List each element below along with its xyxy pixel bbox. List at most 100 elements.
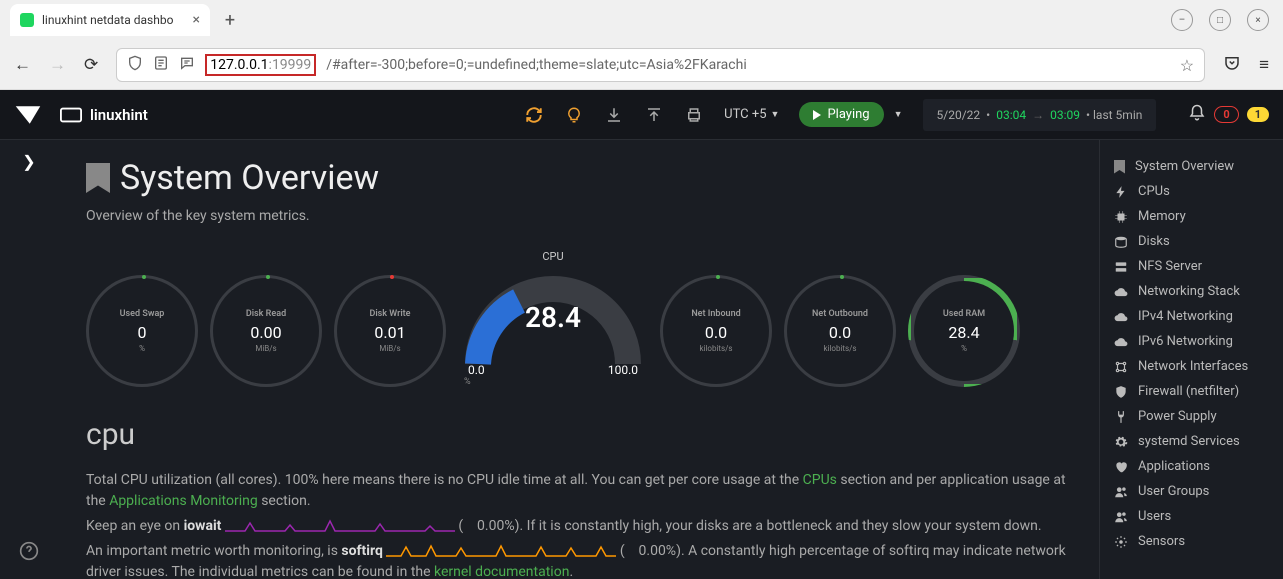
rnav-item-firewall-netfilter-[interactable]: Firewall (netfilter) [1100,379,1283,404]
window-close-button[interactable]: × [1247,9,1269,31]
section-heading-cpu: cpu [86,417,1071,452]
time-range-bar[interactable]: 5/20/22 • 03:04 → 03:09 • last 5min [923,99,1157,131]
alert-badge-warning[interactable]: 1 [1247,107,1269,122]
reader-icon[interactable] [153,55,169,75]
rnav-item-cpus[interactable]: CPUs [1100,179,1283,204]
rnav-item-network-interfaces[interactable]: Network Interfaces [1100,354,1283,379]
gauge-value: 0.0 [705,323,727,342]
bookmark-star-icon[interactable]: ☆ [1180,56,1194,75]
rnav-label: IPv6 Networking [1138,334,1233,349]
link-cpus[interactable]: CPUs [803,472,837,488]
rnav-label: Applications [1138,459,1210,474]
window-minimize-button[interactable]: – [1171,9,1193,31]
play-button[interactable]: Playing [799,102,883,127]
rnav-item-ipv4-networking[interactable]: IPv4 Networking [1100,304,1283,329]
rnav-label: Sensors [1138,534,1185,549]
pocket-icon[interactable] [1223,54,1241,77]
gauge-disk-read[interactable]: Disk Read 0.00 MiB/s [210,275,322,387]
url-ip: 127.0.0.1 [210,57,268,73]
upload-icon[interactable] [644,105,664,125]
host-selector[interactable]: linuxhint [60,106,148,124]
refresh-icon[interactable] [524,105,544,125]
gauge-title: Net Inbound [691,309,740,319]
time-from: 03:04 [996,108,1026,122]
page-title: System Overview [120,158,379,198]
softirq-sparkline [386,544,616,558]
gauge-cpu[interactable]: CPU 28.4 0.0 100.0 % [458,250,648,387]
rnav-item-systemd-services[interactable]: systemd Services [1100,429,1283,454]
timezone-selector[interactable]: UTC +5 ▼ [724,107,779,122]
rnav-label: Power Supply [1138,409,1217,424]
rnav-label: systemd Services [1138,434,1240,449]
rnav-item-applications[interactable]: Applications [1100,454,1283,479]
download-icon[interactable] [604,105,624,125]
alert-badge-critical[interactable]: 0 [1214,106,1238,123]
rnav-label: Users [1138,509,1171,524]
gauge-value: 0.01 [374,323,405,342]
gauge-title: Disk Read [246,309,286,319]
rnav-item-power-supply[interactable]: Power Supply [1100,404,1283,429]
cpu-description-2: Keep an eye on iowait ( 0.00%). If it is… [86,516,1071,537]
gauge-net-outbound[interactable]: Net Outbound 0.0 kilobits/s [784,275,896,387]
help-icon[interactable] [19,541,39,565]
url-bar[interactable]: 127.0.0.1:19999 /#after=-300;before=0;=u… [116,48,1205,82]
gauge-unit: % [139,344,145,353]
gauge-title: Used Swap [120,309,165,319]
tab-close-icon[interactable]: × [193,12,200,28]
gauge-unit: MiB/s [255,344,276,353]
bell-icon[interactable] [1188,104,1206,126]
rnav-item-system-overview[interactable]: System Overview [1100,154,1283,179]
tab-title: linuxhint netdata dashbo [42,13,173,27]
gauge-title: CPU [542,250,563,263]
nav-forward-button[interactable]: → [49,55,66,75]
print-icon[interactable] [684,105,704,125]
play-dropdown[interactable]: ▼ [894,109,903,120]
nav-back-button[interactable]: ← [14,55,31,75]
gauge-value: 0.00 [250,323,281,342]
cpu-description-3: An important metric worth monitoring, is… [86,541,1071,579]
netdata-logo [14,103,42,127]
browser-tab[interactable]: linuxhint netdata dashbo × [10,4,210,36]
rnav-label: System Overview [1135,159,1234,174]
url-port: :19999 [269,57,312,73]
rnav-item-memory[interactable]: Memory [1100,204,1283,229]
rnav-item-nfs-server[interactable]: NFS Server [1100,254,1283,279]
time-date: 5/20/22 [937,108,981,122]
right-nav: System Overview CPUsMemoryDisksNFS Server… [1099,140,1283,579]
bookmark-icon [86,163,110,193]
rnav-item-ipv6-networking[interactable]: IPv6 Networking [1100,329,1283,354]
chat-icon[interactable] [179,55,195,75]
rnav-label: Networking Stack [1138,284,1240,299]
rnav-label: Firewall (netfilter) [1138,384,1239,399]
gauge-unit: % [961,344,967,353]
rnav-label: Network Interfaces [1138,359,1248,374]
time-range: • last 5min [1086,108,1142,122]
new-tab-button[interactable]: + [216,6,244,34]
rnav-label: User Groups [1138,484,1209,499]
gauge-used-ram[interactable]: Used RAM 28.4 % [908,275,1020,387]
host-name: linuxhint [90,106,148,124]
rnav-item-networking-stack[interactable]: Networking Stack [1100,279,1283,304]
rnav-item-user-groups[interactable]: User Groups [1100,479,1283,504]
gauge-unit: MiB/s [379,344,400,353]
sidebar-expand-icon[interactable]: ❯ [22,152,35,171]
cpu-description-1: Total CPU utilization (all cores). 100% … [86,470,1071,512]
menu-icon[interactable]: ≡ [1259,55,1269,75]
gauge-title: Net Outbound [812,309,868,319]
gauge-disk-write[interactable]: Disk Write 0.01 MiB/s [334,275,446,387]
gauge-used-swap[interactable]: Used Swap 0 % [86,275,198,387]
rnav-item-sensors[interactable]: Sensors [1100,529,1283,554]
rnav-item-disks[interactable]: Disks [1100,229,1283,254]
link-kernel-documentation[interactable]: kernel documentation [434,564,569,579]
rnav-label: IPv4 Networking [1138,309,1233,324]
link-applications-monitoring[interactable]: Applications Monitoring [109,493,258,509]
window-maximize-button[interactable]: □ [1209,9,1231,31]
gauge-net-inbound[interactable]: Net Inbound 0.0 kilobits/s [660,275,772,387]
rnav-item-users[interactable]: Users [1100,504,1283,529]
bulb-icon[interactable] [564,105,584,125]
gauge-unit: kilobits/s [699,344,732,353]
nav-reload-button[interactable]: ⟳ [84,55,98,75]
page-subtitle: Overview of the key system metrics. [86,208,1071,224]
gauge-title: Disk Write [369,309,410,319]
tab-favicon [20,13,34,27]
